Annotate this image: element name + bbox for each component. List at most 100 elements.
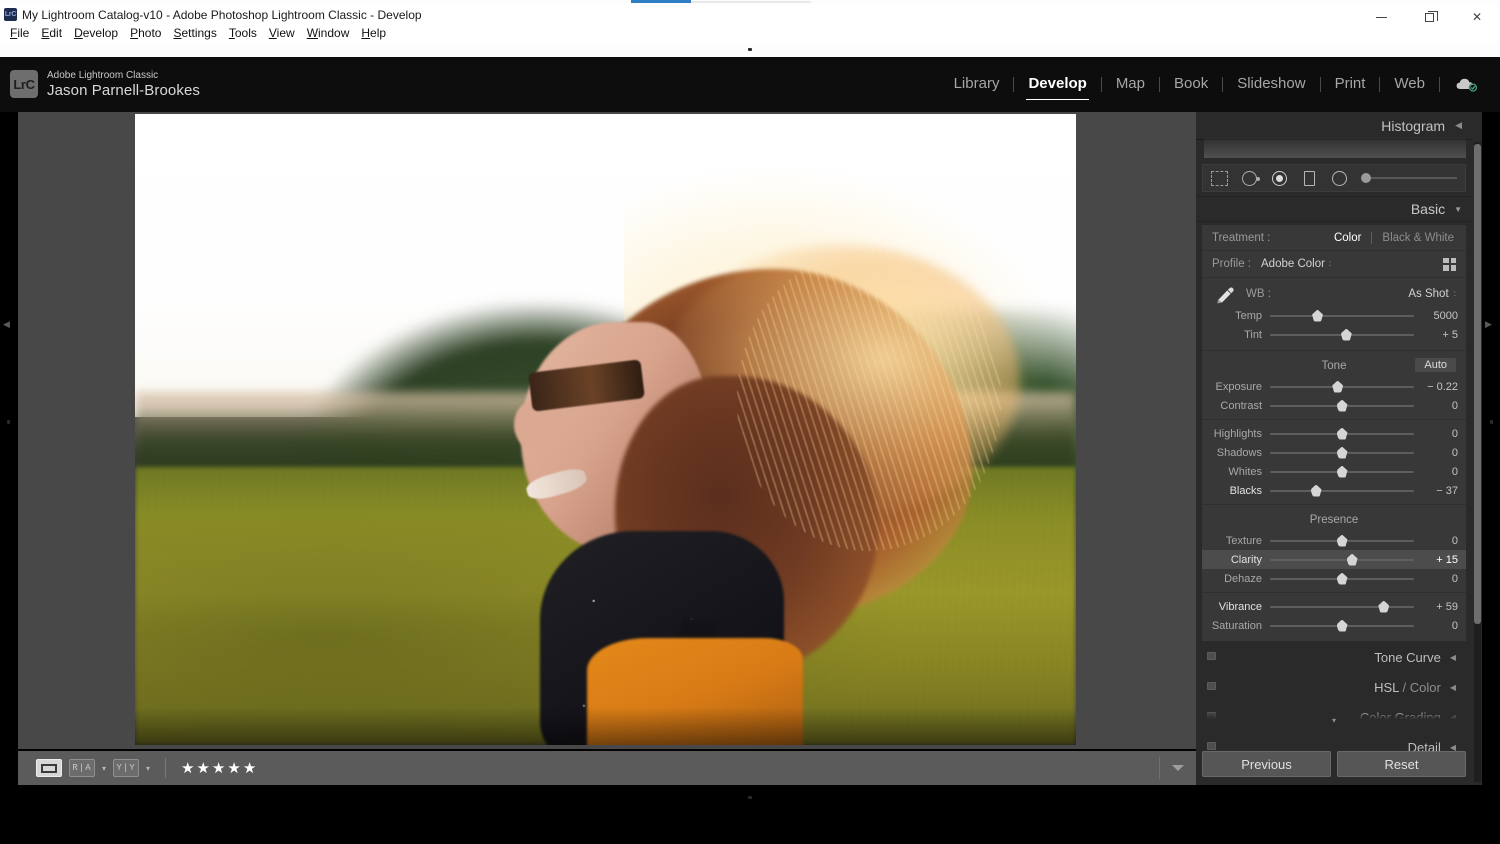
survey-view-button[interactable]: Y|Y bbox=[113, 759, 140, 777]
compare-view-caret[interactable]: ▾ bbox=[102, 764, 106, 773]
profile-browser-icon[interactable] bbox=[1443, 257, 1456, 271]
profile-dropdown-dots[interactable]: ∶ bbox=[1329, 259, 1331, 270]
hsl-label: HSL / Color bbox=[1374, 680, 1441, 695]
basic-panel-header[interactable]: Basic ▼ bbox=[1196, 196, 1472, 222]
hsl-switch[interactable] bbox=[1207, 682, 1216, 690]
menu-bar: File Edit Develop Photo Settings Tools V… bbox=[0, 24, 1500, 42]
slider-tint-track[interactable] bbox=[1270, 328, 1414, 342]
slider-shadows-value: 0 bbox=[1451, 446, 1458, 459]
white-balance-selector-icon[interactable] bbox=[1212, 282, 1238, 310]
toolbar-content-dropdown[interactable] bbox=[1170, 760, 1186, 776]
treatment-bw-option[interactable]: Black & White bbox=[1382, 232, 1454, 244]
identity-plate[interactable]: LrC Adobe Lightroom Classic Jason Parnel… bbox=[10, 70, 200, 99]
tone-curve-switch[interactable] bbox=[1207, 652, 1216, 660]
section-hsl-color[interactable]: HSL / Color ◀ bbox=[1202, 673, 1466, 701]
histogram-graph[interactable] bbox=[1196, 138, 1472, 162]
slider-texture-track[interactable] bbox=[1270, 534, 1414, 548]
lightroom-window: LrC My Lightroom Catalog-v10 - Adobe Pho… bbox=[0, 0, 1500, 844]
loupe-view-button[interactable] bbox=[36, 759, 62, 777]
reset-button[interactable]: Reset bbox=[1337, 751, 1466, 777]
menu-item-photo[interactable]: Photo bbox=[124, 25, 167, 41]
wb-value[interactable]: As Shot bbox=[1408, 288, 1448, 300]
slider-highlights[interactable]: Highlights 0 bbox=[1202, 424, 1466, 443]
module-slideshow[interactable]: Slideshow bbox=[1223, 71, 1319, 97]
slider-exposure-track[interactable] bbox=[1270, 380, 1414, 394]
slider-vibrance-track[interactable] bbox=[1270, 600, 1414, 614]
bottom-panel-handle[interactable] bbox=[748, 796, 752, 799]
wb-dropdown-dots[interactable]: ∶ bbox=[1454, 289, 1456, 300]
survey-view-caret[interactable]: ▾ bbox=[146, 764, 150, 773]
right-panel: Histogram ◀ Basic ▼ Treatment: Color Bl… bbox=[1196, 112, 1482, 785]
slider-tint[interactable]: Tint + 5 bbox=[1202, 325, 1466, 344]
slider-blacks-track[interactable] bbox=[1270, 484, 1414, 498]
red-eye-correction-icon[interactable] bbox=[1269, 169, 1289, 187]
lrc-logo: LrC bbox=[10, 70, 38, 99]
right-panel-scrollbar[interactable] bbox=[1474, 142, 1481, 782]
slider-temp[interactable]: Temp 5000 bbox=[1202, 306, 1466, 325]
right-panel-toggle[interactable]: ▶ bbox=[1484, 318, 1493, 330]
slider-clarity[interactable]: Clarity + 15 bbox=[1202, 550, 1466, 569]
previous-button[interactable]: Previous bbox=[1202, 751, 1331, 777]
module-web[interactable]: Web bbox=[1380, 71, 1439, 97]
window-title-bar: LrC My Lightroom Catalog-v10 - Adobe Pho… bbox=[0, 5, 1500, 24]
basic-expand-icon[interactable]: ▼ bbox=[1454, 205, 1462, 214]
auto-tone-button[interactable]: Auto bbox=[1415, 358, 1456, 372]
presence-divider bbox=[1202, 504, 1466, 505]
menu-item-help[interactable]: Help bbox=[355, 25, 392, 41]
slider-exposure[interactable]: Exposure − 0.22 bbox=[1202, 377, 1466, 396]
crop-overlay-icon[interactable] bbox=[1209, 169, 1229, 187]
slider-whites-track[interactable] bbox=[1270, 465, 1414, 479]
top-panel-handle[interactable] bbox=[748, 48, 752, 51]
menu-item-file[interactable]: File bbox=[4, 25, 35, 41]
slider-highlights-track[interactable] bbox=[1270, 427, 1414, 441]
photo-canvas[interactable] bbox=[135, 114, 1076, 745]
menu-item-window[interactable]: Window bbox=[301, 25, 356, 41]
slider-clarity-track[interactable] bbox=[1270, 553, 1414, 567]
profile-value[interactable]: Adobe Color bbox=[1261, 258, 1325, 270]
white-balance-group: WB : As Shot ∶ Temp 5000 Tint + 5 bbox=[1202, 278, 1466, 351]
slider-saturation[interactable]: Saturation 0 bbox=[1202, 616, 1466, 635]
histogram-header[interactable]: Histogram ◀ bbox=[1196, 112, 1472, 140]
scroll-down-indicator[interactable]: ▾ bbox=[1332, 716, 1336, 725]
detail-switch[interactable] bbox=[1207, 742, 1216, 750]
slider-contrast-track[interactable] bbox=[1270, 399, 1414, 413]
module-library[interactable]: Library bbox=[940, 71, 1014, 97]
identity-user: Jason Parnell-Brookes bbox=[47, 81, 201, 99]
left-panel-toggle[interactable]: ◀ bbox=[2, 318, 11, 330]
scrollbar-thumb[interactable] bbox=[1474, 144, 1481, 624]
slider-blacks-label: Blacks bbox=[1229, 484, 1262, 497]
slider-shadows-track[interactable] bbox=[1270, 446, 1414, 460]
slider-temp-track[interactable] bbox=[1270, 309, 1414, 323]
hsl-collapse-icon[interactable]: ◀ bbox=[1450, 683, 1456, 692]
menu-item-settings[interactable]: Settings bbox=[167, 25, 222, 41]
slider-vibrance[interactable]: Vibrance + 59 bbox=[1202, 597, 1466, 616]
menu-item-develop[interactable]: Develop bbox=[68, 25, 124, 41]
slider-saturation-track[interactable] bbox=[1270, 619, 1414, 633]
cloud-sync-icon[interactable] bbox=[1454, 74, 1478, 94]
compare-view-button[interactable]: R|A bbox=[69, 759, 95, 777]
graduated-filter-icon[interactable] bbox=[1299, 169, 1319, 187]
star-rating[interactable]: ★★★★★ bbox=[181, 759, 258, 777]
radial-filter-icon[interactable] bbox=[1329, 169, 1349, 187]
treatment-divider bbox=[1371, 231, 1373, 244]
module-map[interactable]: Map bbox=[1102, 71, 1159, 97]
slider-texture[interactable]: Texture 0 bbox=[1202, 531, 1466, 550]
slider-dehaze[interactable]: Dehaze 0 bbox=[1202, 569, 1466, 588]
module-book[interactable]: Book bbox=[1160, 71, 1222, 97]
slider-dehaze-track[interactable] bbox=[1270, 572, 1414, 586]
section-tone-curve[interactable]: Tone Curve ◀ bbox=[1202, 643, 1466, 671]
tone-curve-collapse-icon[interactable]: ◀ bbox=[1450, 653, 1456, 662]
slider-whites[interactable]: Whites 0 bbox=[1202, 462, 1466, 481]
slider-blacks[interactable]: Blacks − 37 bbox=[1202, 481, 1466, 500]
module-develop[interactable]: Develop bbox=[1014, 71, 1100, 100]
menu-item-tools[interactable]: Tools bbox=[223, 25, 263, 41]
slider-shadows[interactable]: Shadows 0 bbox=[1202, 443, 1466, 462]
tool-amount-slider[interactable] bbox=[1359, 171, 1457, 185]
menu-item-edit[interactable]: Edit bbox=[35, 25, 68, 41]
treatment-color-option[interactable]: Color bbox=[1334, 232, 1361, 244]
histogram-collapse-icon[interactable]: ◀ bbox=[1455, 120, 1462, 131]
spot-removal-icon[interactable] bbox=[1239, 169, 1260, 187]
menu-item-view[interactable]: View bbox=[263, 25, 301, 41]
module-print[interactable]: Print bbox=[1321, 71, 1380, 97]
slider-contrast[interactable]: Contrast 0 bbox=[1202, 396, 1466, 415]
